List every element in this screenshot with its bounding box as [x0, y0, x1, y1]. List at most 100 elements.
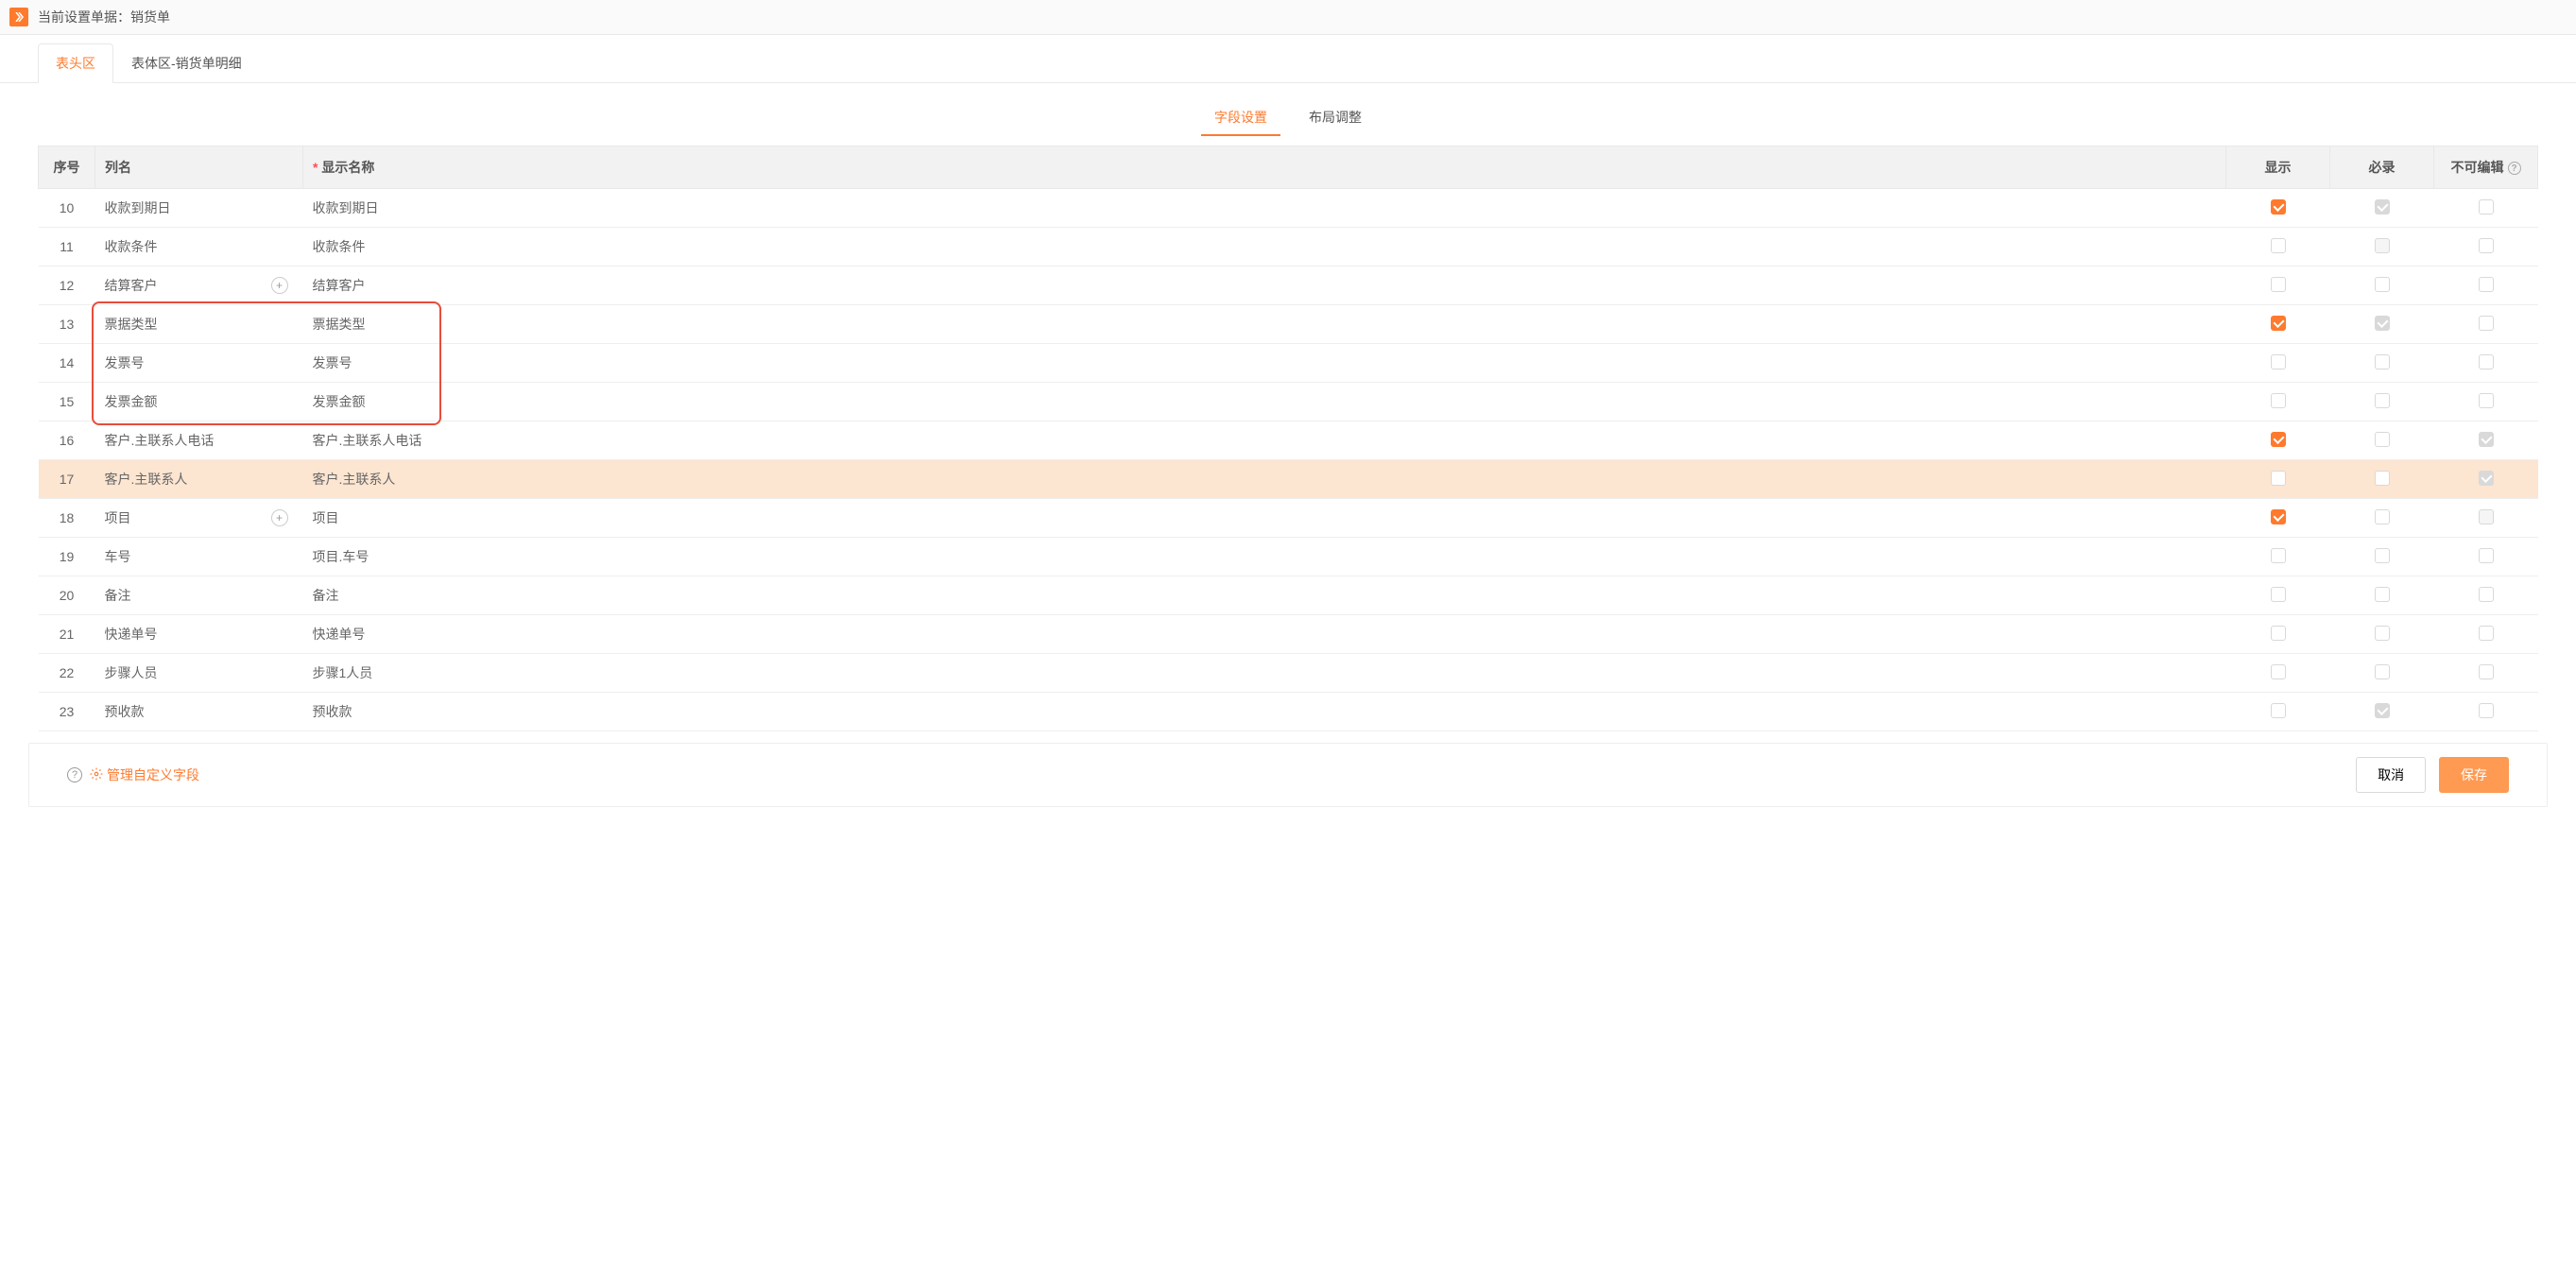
required-checkbox[interactable]: [2375, 471, 2390, 486]
header-title-prefix: 当前设置单据：: [38, 9, 130, 25]
show-checkbox[interactable]: [2271, 664, 2286, 679]
display-name-cell[interactable]: 收款到期日: [303, 189, 2226, 228]
display-name-cell[interactable]: 项目.车号: [303, 538, 2226, 576]
readonly-cell: [2434, 189, 2538, 228]
show-checkbox[interactable]: [2271, 316, 2286, 331]
readonly-checkbox[interactable]: [2479, 664, 2494, 679]
display-name-cell[interactable]: 项目: [303, 499, 2226, 538]
readonly-checkbox[interactable]: [2479, 393, 2494, 408]
cancel-button[interactable]: 取消: [2356, 757, 2426, 793]
show-checkbox[interactable]: [2271, 587, 2286, 602]
readonly-checkbox[interactable]: [2479, 703, 2494, 718]
show-cell: [2226, 654, 2330, 693]
show-checkbox[interactable]: [2271, 509, 2286, 524]
name-cell: 发票号: [95, 344, 303, 383]
required-checkbox[interactable]: [2375, 548, 2390, 563]
name-cell: 备注: [95, 576, 303, 615]
display-name-cell[interactable]: 备注: [303, 576, 2226, 615]
readonly-checkbox[interactable]: [2479, 587, 2494, 602]
display-name-cell[interactable]: 预收款: [303, 693, 2226, 731]
header-bar: 当前设置单据：销货单: [0, 0, 2576, 35]
field-name-label: 步骤人员: [105, 663, 158, 682]
manage-custom-fields-link[interactable]: 管理自定义字段: [90, 765, 199, 784]
table-row: 12结算客户+结算客户: [39, 266, 2538, 305]
show-checkbox[interactable]: [2271, 199, 2286, 215]
required-checkbox[interactable]: [2375, 354, 2390, 370]
display-name-cell[interactable]: 发票号: [303, 344, 2226, 383]
required-cell: [2330, 538, 2434, 576]
field-name-label: 收款到期日: [105, 198, 171, 217]
show-checkbox[interactable]: [2271, 432, 2286, 447]
show-cell: [2226, 228, 2330, 266]
field-name-label: 发票号: [105, 353, 145, 372]
table-row: 20备注备注: [39, 576, 2538, 615]
readonly-checkbox[interactable]: [2479, 548, 2494, 563]
table-header-row: 序号 列名 显示名称 显示 必录 不可编辑?: [39, 146, 2538, 189]
show-checkbox[interactable]: [2271, 238, 2286, 253]
field-name-label: 发票金额: [105, 392, 158, 411]
required-checkbox[interactable]: [2375, 277, 2390, 292]
add-sub-field-button[interactable]: +: [271, 509, 288, 526]
readonly-checkbox[interactable]: [2479, 238, 2494, 253]
readonly-cell: [2434, 499, 2538, 538]
help-icon[interactable]: ?: [67, 767, 82, 782]
show-checkbox[interactable]: [2271, 471, 2286, 486]
required-checkbox[interactable]: [2375, 664, 2390, 679]
readonly-checkbox[interactable]: [2479, 316, 2494, 331]
display-name-cell[interactable]: 票据类型: [303, 305, 2226, 344]
show-checkbox[interactable]: [2271, 703, 2286, 718]
show-checkbox[interactable]: [2271, 626, 2286, 641]
required-checkbox[interactable]: [2375, 432, 2390, 447]
readonly-checkbox[interactable]: [2479, 199, 2494, 215]
required-checkbox[interactable]: [2375, 393, 2390, 408]
field-table-area: 序号 列名 显示名称 显示 必录 不可编辑? 10收款到期日收款到期日11收款条…: [38, 146, 2538, 731]
name-cell: 结算客户+: [95, 266, 303, 305]
required-checkbox[interactable]: [2375, 509, 2390, 524]
show-cell: [2226, 189, 2330, 228]
required-checkbox[interactable]: [2375, 626, 2390, 641]
display-name-cell[interactable]: 结算客户: [303, 266, 2226, 305]
required-cell: [2330, 344, 2434, 383]
show-checkbox[interactable]: [2271, 277, 2286, 292]
tab-primary-0[interactable]: 表头区: [38, 43, 113, 83]
readonly-checkbox[interactable]: [2479, 626, 2494, 641]
readonly-checkbox[interactable]: [2479, 277, 2494, 292]
field-name-label: 客户.主联系人电话: [105, 431, 215, 450]
header-title: 当前设置单据：销货单: [38, 8, 170, 26]
table-row: 16客户.主联系人电话客户.主联系人电话: [39, 421, 2538, 460]
required-checkbox[interactable]: [2375, 587, 2390, 602]
col-header-name: 列名: [95, 146, 303, 189]
name-cell: 客户.主联系人: [95, 460, 303, 499]
add-sub-field-button[interactable]: +: [271, 277, 288, 294]
tab-secondary-0[interactable]: 字段设置: [1201, 100, 1280, 136]
expand-toggle-button[interactable]: [9, 8, 28, 26]
field-name-label: 收款条件: [105, 237, 158, 256]
show-checkbox[interactable]: [2271, 548, 2286, 563]
table-row: 18项目+项目: [39, 499, 2538, 538]
header-title-doc: 销货单: [130, 9, 170, 25]
seq-cell: 17: [39, 460, 95, 499]
display-name-cell[interactable]: 步骤1人员: [303, 654, 2226, 693]
col-header-seq: 序号: [39, 146, 95, 189]
help-icon[interactable]: ?: [2508, 162, 2521, 175]
seq-cell: 19: [39, 538, 95, 576]
save-button[interactable]: 保存: [2439, 757, 2509, 793]
display-name-cell[interactable]: 快递单号: [303, 615, 2226, 654]
required-checkbox: [2375, 238, 2390, 253]
readonly-checkbox[interactable]: [2479, 354, 2494, 370]
manage-custom-fields-label: 管理自定义字段: [107, 765, 199, 784]
show-checkbox[interactable]: [2271, 354, 2286, 370]
tab-primary-1[interactable]: 表体区-销货单明细: [113, 43, 260, 83]
display-name-cell[interactable]: 收款条件: [303, 228, 2226, 266]
show-checkbox[interactable]: [2271, 393, 2286, 408]
seq-cell: 18: [39, 499, 95, 538]
display-name-cell[interactable]: 客户.主联系人电话: [303, 421, 2226, 460]
required-cell: [2330, 654, 2434, 693]
required-cell: [2330, 228, 2434, 266]
table-row: 19车号项目.车号: [39, 538, 2538, 576]
tab-secondary-1[interactable]: 布局调整: [1296, 100, 1375, 136]
display-name-cell[interactable]: 发票金额: [303, 383, 2226, 421]
display-name-cell[interactable]: 客户.主联系人: [303, 460, 2226, 499]
show-cell: [2226, 344, 2330, 383]
col-header-show: 显示: [2226, 146, 2330, 189]
